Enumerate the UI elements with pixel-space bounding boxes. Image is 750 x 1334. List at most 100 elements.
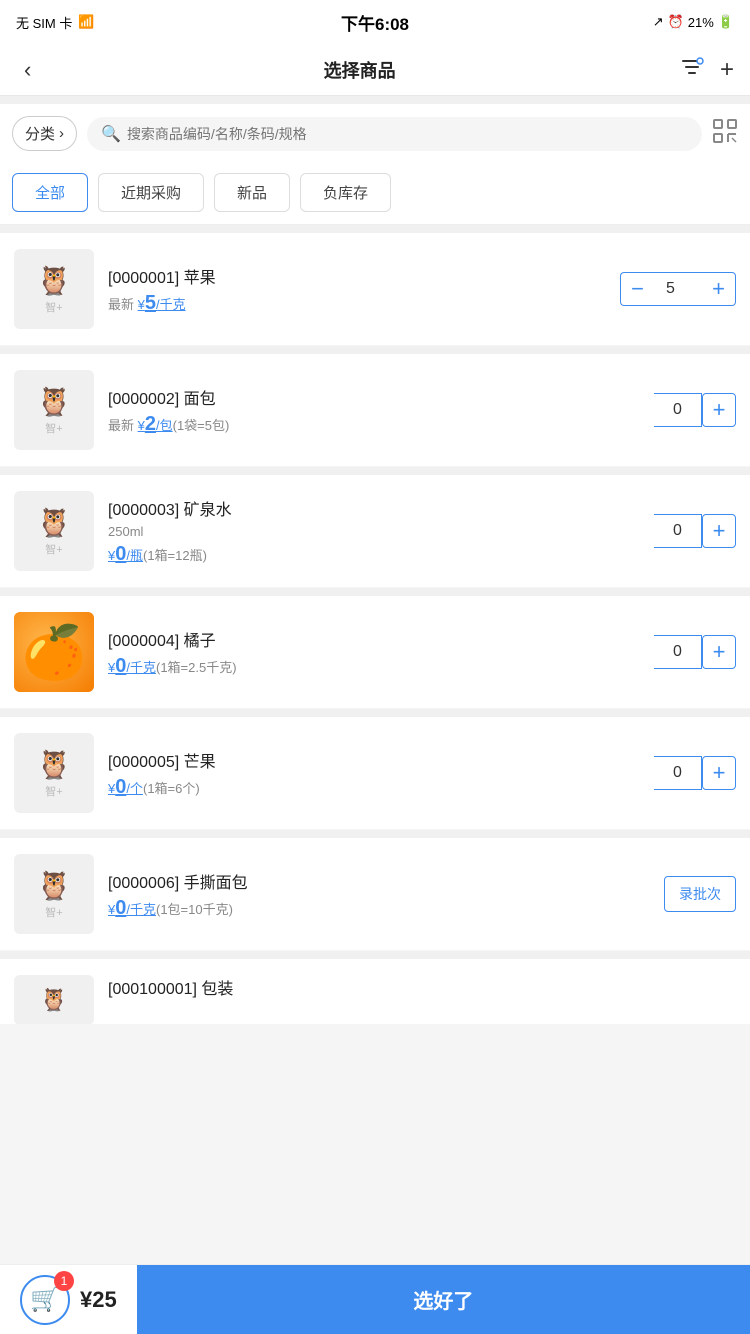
qty-plus-button[interactable]: + xyxy=(702,514,736,548)
product-item: 🦉 智+ [0000002] 面包 最新 ¥2/包(1袋=5包) 0 + xyxy=(0,354,750,466)
product-info: [0000001] 苹果 最新 ¥5/千克 xyxy=(108,264,606,315)
product-item: 🦉 智+ [0000003] 矿泉水 250ml ¥0/瓶(1箱=12瓶) 0 … xyxy=(0,475,750,587)
product-thumb: 🍊 xyxy=(14,612,94,692)
status-left: 无 SIM 卡 📶 xyxy=(16,13,95,32)
divider xyxy=(0,830,750,838)
divider-1 xyxy=(0,96,750,104)
location-icon: ↗ xyxy=(653,14,664,30)
product-name: [0000003] 矿泉水 xyxy=(108,496,640,520)
product-info: [0000003] 矿泉水 250ml ¥0/瓶(1箱=12瓶) xyxy=(108,496,640,566)
product-info: [0000006] 手撕面包 ¥0/千克(1包=10千克) xyxy=(108,869,650,920)
owl-icon: 🦉 xyxy=(37,869,72,902)
owl-icon: 🦉 xyxy=(37,506,72,539)
status-time: 下午6:08 xyxy=(341,10,409,35)
product-name: [000100001] 包装 xyxy=(108,975,736,999)
product-price: 最新 ¥5/千克 xyxy=(108,292,606,315)
qty-control: − + xyxy=(620,272,736,306)
search-input-wrap[interactable]: 🔍 xyxy=(87,117,702,151)
qty-display: 0 xyxy=(654,635,702,669)
product-item: 🦉 智+ [0000005] 芒果 ¥0/个(1箱=6个) 0 + xyxy=(0,717,750,829)
product-price: ¥0/千克(1箱=2.5千克) xyxy=(108,655,640,678)
qty-minus-button[interactable]: − xyxy=(620,272,654,306)
filter-icon[interactable]: ! xyxy=(680,57,704,83)
bottom-spacer xyxy=(0,1024,750,1094)
qty-input[interactable] xyxy=(654,272,702,306)
product-thumb: 🦉 智+ xyxy=(14,249,94,329)
product-item: 🍊 [0000004] 橘子 ¥0/千克(1箱=2.5千克) 0 + xyxy=(0,596,750,708)
qty-control: 0 + xyxy=(654,635,736,669)
alarm-icon: ⏰ xyxy=(668,14,684,30)
cart-icon: 🛒 xyxy=(30,1285,60,1314)
product-name: [0000002] 面包 xyxy=(108,385,640,409)
qty-control: 0 + xyxy=(654,756,736,790)
wifi-icon: 📶 xyxy=(78,14,94,30)
page-title: 选择商品 xyxy=(324,57,396,83)
battery-icon: 🔋 xyxy=(718,14,734,30)
owl-icon: 🦉 xyxy=(40,987,67,1013)
product-thumb: 🦉 智+ xyxy=(14,370,94,450)
product-info: [0000004] 橘子 ¥0/千克(1箱=2.5千克) xyxy=(108,627,640,678)
qty-plus-button[interactable]: + xyxy=(702,756,736,790)
product-price: ¥0/个(1箱=6个) xyxy=(108,776,640,799)
back-button[interactable]: ‹ xyxy=(16,49,39,91)
cart-icon-button[interactable]: 🛒 1 xyxy=(20,1275,70,1325)
status-right: ↗ ⏰ 21% 🔋 xyxy=(653,14,734,30)
divider xyxy=(0,467,750,475)
product-info: [000100001] 包装 xyxy=(108,975,736,1003)
divider-2 xyxy=(0,225,750,233)
product-name: [0000006] 手撕面包 xyxy=(108,869,650,893)
qty-plus-button[interactable]: + xyxy=(702,635,736,669)
qty-plus-button[interactable]: + xyxy=(702,272,736,306)
product-spec: 250ml xyxy=(108,524,640,539)
product-info: [0000002] 面包 最新 ¥2/包(1袋=5包) xyxy=(108,385,640,436)
qty-control: 0 + xyxy=(654,514,736,548)
product-price: ¥0/千克(1包=10千克) xyxy=(108,897,650,920)
qty-display: 0 xyxy=(654,756,702,790)
tab-recent[interactable]: 近期采购 xyxy=(98,173,204,212)
qty-plus-button[interactable]: + xyxy=(702,393,736,427)
product-list: 🦉 智+ [0000001] 苹果 最新 ¥5/千克 − + 🦉 智+ [ xyxy=(0,233,750,1024)
svg-text:!: ! xyxy=(698,60,699,65)
product-price: 最新 ¥2/包(1袋=5包) xyxy=(108,413,640,436)
product-item-partial: 🦉 [000100001] 包装 xyxy=(0,959,750,1024)
product-thumb: 🦉 xyxy=(14,975,94,1024)
nav-bar: ‹ 选择商品 ! + xyxy=(0,44,750,96)
search-icon: 🔍 xyxy=(101,124,121,144)
carrier-label: 无 SIM 卡 xyxy=(16,13,72,32)
tabs-bar: 全部 近期采购 新品 负库存 xyxy=(0,163,750,225)
search-bar: 分类 › 🔍 xyxy=(0,104,750,163)
product-thumb: 🦉 智+ xyxy=(14,854,94,934)
category-button[interactable]: 分类 › xyxy=(12,116,77,151)
nav-actions: ! + xyxy=(680,56,734,84)
qty-display: 0 xyxy=(654,514,702,548)
owl-icon: 🦉 xyxy=(37,385,72,418)
divider xyxy=(0,346,750,354)
product-name: [0000004] 橘子 xyxy=(108,627,640,651)
divider xyxy=(0,588,750,596)
battery-label: 21% xyxy=(688,15,714,30)
product-thumb: 🦉 智+ xyxy=(14,733,94,813)
confirm-button[interactable]: 选好了 xyxy=(137,1265,750,1334)
tab-all[interactable]: 全部 xyxy=(12,173,88,212)
product-price: ¥0/瓶(1箱=12瓶) xyxy=(108,543,640,566)
tab-new[interactable]: 新品 xyxy=(214,173,290,212)
scan-icon[interactable] xyxy=(712,118,738,150)
cart-total: ¥25 xyxy=(80,1287,117,1313)
product-item: 🦉 智+ [0000001] 苹果 最新 ¥5/千克 − + xyxy=(0,233,750,345)
qty-control: 0 + xyxy=(654,393,736,427)
product-info: [0000005] 芒果 ¥0/个(1箱=6个) xyxy=(108,748,640,799)
product-thumb: 🦉 智+ xyxy=(14,491,94,571)
product-name: [0000005] 芒果 xyxy=(108,748,640,772)
add-button[interactable]: + xyxy=(720,56,734,84)
tab-negative[interactable]: 负库存 xyxy=(300,173,391,212)
divider xyxy=(0,709,750,717)
batch-button[interactable]: 录批次 xyxy=(664,876,736,912)
owl-icon: 🦉 xyxy=(37,748,72,781)
bottom-bar: 🛒 1 ¥25 选好了 xyxy=(0,1264,750,1334)
owl-icon: 🦉 xyxy=(37,264,72,297)
cart-badge: 1 xyxy=(54,1271,74,1291)
product-item: 🦉 智+ [0000006] 手撕面包 ¥0/千克(1包=10千克) 录批次 xyxy=(0,838,750,950)
search-input[interactable] xyxy=(127,126,688,142)
product-name: [0000001] 苹果 xyxy=(108,264,606,288)
status-bar: 无 SIM 卡 📶 下午6:08 ↗ ⏰ 21% 🔋 xyxy=(0,0,750,44)
